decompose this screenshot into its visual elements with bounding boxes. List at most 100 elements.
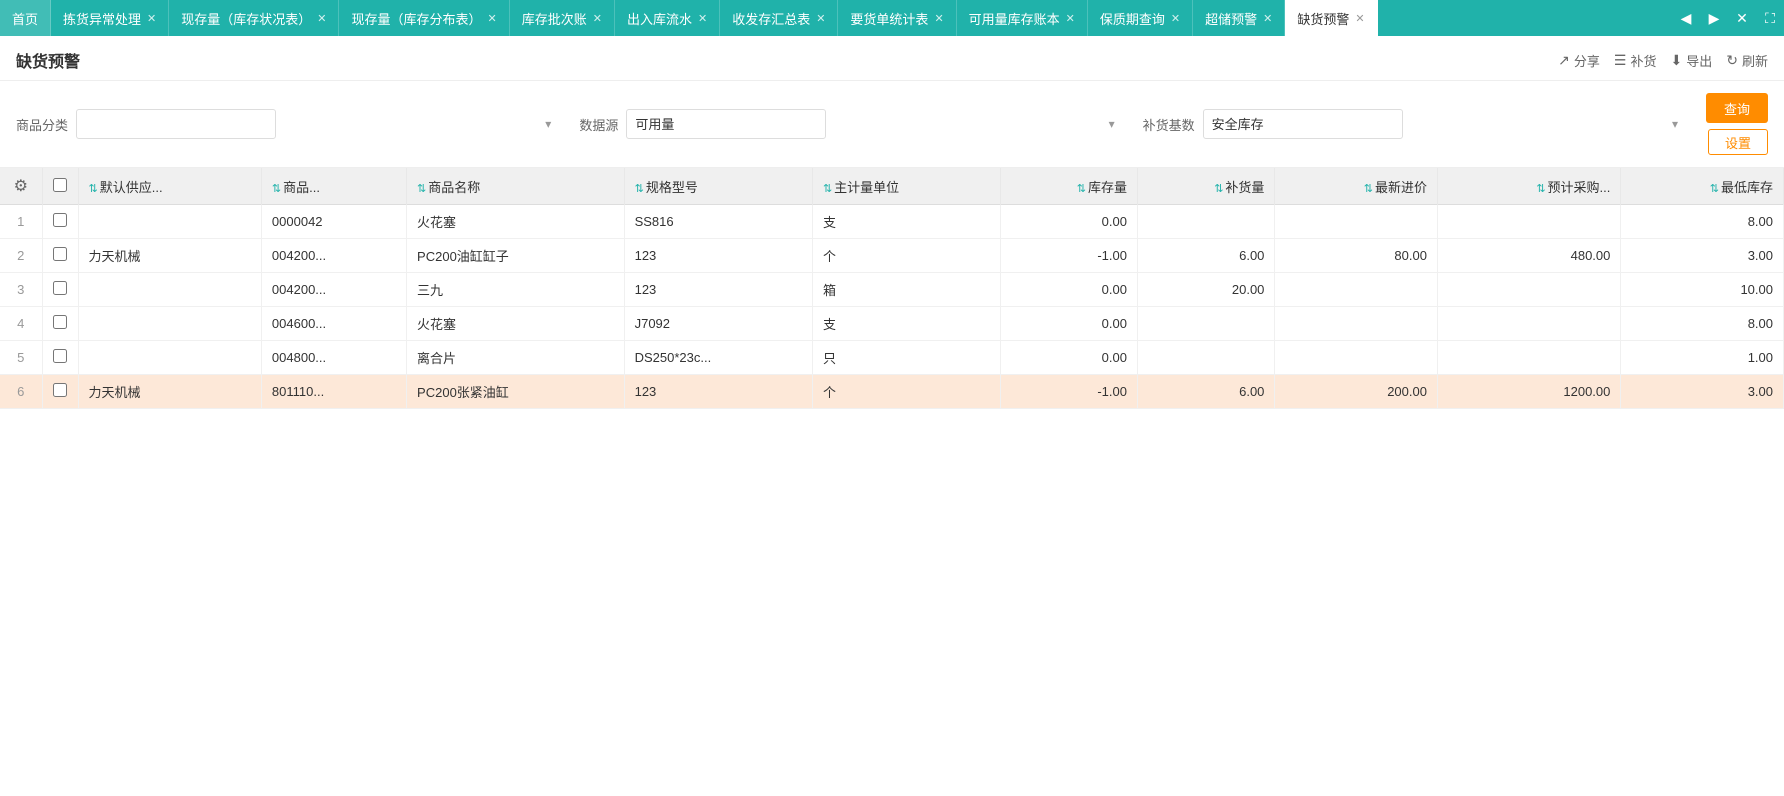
replenish-icon: ☰ — [1614, 52, 1627, 69]
select-all-checkbox[interactable] — [53, 178, 67, 192]
category-filter-group: 商品分类 — [16, 109, 559, 139]
row-product-code: 801110... — [261, 375, 406, 409]
row-unit: 个 — [812, 375, 1000, 409]
row-checkbox-cell[interactable] — [42, 205, 78, 239]
tab-item-0[interactable]: 首页 — [0, 0, 51, 36]
page-header: 缺货预警 ↗ 分享 ☰ 补货 ⬇ 导出 ↻ 刷新 — [0, 36, 1784, 81]
tab-item-8[interactable]: 可用量库存账本✕ — [957, 0, 1088, 36]
row-checkbox[interactable] — [53, 247, 67, 261]
tab-label: 首页 — [12, 9, 38, 28]
tab-label: 出入库流水 — [627, 9, 692, 28]
tab-close-icon[interactable]: ✕ — [593, 12, 602, 25]
tab-fullscreen-btn[interactable]: ⛶ — [1756, 0, 1784, 36]
tab-close-icon[interactable]: ✕ — [488, 12, 497, 25]
row-checkbox-cell[interactable] — [42, 239, 78, 273]
col-min-stock[interactable]: ⇅最低库存 — [1621, 168, 1784, 205]
row-checkbox-cell[interactable] — [42, 307, 78, 341]
row-replenish — [1137, 205, 1274, 239]
table-header-row: ⚙ ⇅默认供应... ⇅商品... ⇅商品名称 ⇅规格型号 — [0, 168, 1784, 205]
col-latest-price[interactable]: ⇅最新进价 — [1275, 168, 1438, 205]
tab-item-11[interactable]: 缺货预警✕ — [1285, 0, 1377, 36]
row-checkbox-cell[interactable] — [42, 273, 78, 307]
row-checkbox[interactable] — [53, 383, 67, 397]
col-stock[interactable]: ⇅库存量 — [1000, 168, 1137, 205]
row-checkbox[interactable] — [53, 349, 67, 363]
col-product-code[interactable]: ⇅商品... — [261, 168, 406, 205]
tab-item-7[interactable]: 要货单统计表✕ — [838, 0, 956, 36]
query-button[interactable]: 查询 — [1706, 93, 1768, 123]
col-replenish[interactable]: ⇅补货量 — [1137, 168, 1274, 205]
tab-next-btn[interactable]: ▶ — [1700, 0, 1728, 36]
row-unit: 支 — [812, 205, 1000, 239]
share-action[interactable]: ↗ 分享 — [1558, 51, 1600, 70]
export-action[interactable]: ⬇ 导出 — [1671, 51, 1713, 70]
row-stock: 0.00 — [1000, 273, 1137, 307]
datasource-select-wrapper: 可用量 库存量 — [626, 109, 1122, 139]
table-row: 4 004600... 火花塞 J7092 支 0.00 8.00 — [0, 307, 1784, 341]
row-replenish — [1137, 307, 1274, 341]
tab-close-icon[interactable]: ✕ — [317, 12, 326, 25]
category-select[interactable] — [76, 109, 276, 139]
settings-button[interactable]: 设置 — [1708, 129, 1768, 155]
row-product-code: 0000042 — [261, 205, 406, 239]
category-label: 商品分类 — [16, 115, 68, 134]
refresh-action[interactable]: ↻ 刷新 — [1726, 51, 1768, 70]
share-icon: ↗ — [1558, 52, 1570, 69]
replenish-action[interactable]: ☰ 补货 — [1614, 51, 1657, 70]
tab-item-4[interactable]: 库存批次账✕ — [510, 0, 615, 36]
table-row: 5 004800... 离合片 DS250*23c... 只 0.00 1.00 — [0, 341, 1784, 375]
tab-label: 保质期查询 — [1100, 9, 1165, 28]
row-min-stock: 8.00 — [1621, 205, 1784, 239]
row-product-name: 离合片 — [407, 341, 625, 375]
tab-item-1[interactable]: 拣货异常处理 ✕ — [51, 0, 169, 36]
row-replenish — [1137, 341, 1274, 375]
tab-close-icon[interactable]: ✕ — [1355, 12, 1364, 25]
row-product-code: 004800... — [261, 341, 406, 375]
tab-item-9[interactable]: 保质期查询 ✕ — [1088, 0, 1193, 36]
row-checkbox[interactable] — [53, 315, 67, 329]
tab-close-btn[interactable]: ✕ — [1728, 0, 1756, 36]
replenish-base-select-wrapper: 安全库存 最低库存 — [1203, 109, 1686, 139]
row-latest-price: 80.00 — [1275, 239, 1438, 273]
row-product-name: PC200油缸缸子 — [407, 239, 625, 273]
row-checkbox-cell[interactable] — [42, 375, 78, 409]
tab-close-icon[interactable]: ✕ — [1263, 12, 1272, 25]
row-unit: 个 — [812, 239, 1000, 273]
row-checkbox[interactable] — [53, 213, 67, 227]
row-latest-price — [1275, 273, 1438, 307]
datasource-select[interactable]: 可用量 库存量 — [626, 109, 826, 139]
row-latest-price: 200.00 — [1275, 375, 1438, 409]
col-supplier[interactable]: ⇅默认供应... — [78, 168, 261, 205]
col-estimated-purchase[interactable]: ⇅预计采购... — [1437, 168, 1620, 205]
tab-close-icon[interactable]: ✕ — [1171, 12, 1180, 25]
tab-close-icon[interactable]: ✕ — [816, 12, 825, 25]
export-icon: ⬇ — [1671, 52, 1683, 69]
settings-gear-icon[interactable]: ⚙ — [14, 176, 28, 196]
tab-item-5[interactable]: 出入库流水 ✕ — [615, 0, 720, 36]
header-actions: ↗ 分享 ☰ 补货 ⬇ 导出 ↻ 刷新 — [1558, 51, 1768, 70]
tab-label: 拣货异常处理 — [63, 9, 141, 28]
row-checkbox[interactable] — [53, 281, 67, 295]
tab-item-2[interactable]: 现存量（库存状况表）✕ — [169, 0, 339, 36]
row-estimated-purchase — [1437, 341, 1620, 375]
row-product-code: 004600... — [261, 307, 406, 341]
tab-close-icon[interactable]: ✕ — [147, 12, 156, 25]
row-stock: -1.00 — [1000, 239, 1137, 273]
col-product-name[interactable]: ⇅商品名称 — [407, 168, 625, 205]
replenish-base-select[interactable]: 安全库存 最低库存 — [1203, 109, 1403, 139]
tab-prev-btn[interactable]: ◀ — [1672, 0, 1700, 36]
tab-close-icon[interactable]: ✕ — [698, 12, 707, 25]
tab-close-icon[interactable]: ✕ — [1066, 12, 1075, 25]
tab-item-10[interactable]: 超储预警✕ — [1193, 0, 1285, 36]
tab-item-6[interactable]: 收发存汇总表✕ — [720, 0, 838, 36]
row-number: 4 — [0, 307, 42, 341]
tab-item-3[interactable]: 现存量（库存分布表）✕ — [339, 0, 509, 36]
stock-sort-icon: ⇅ — [1077, 183, 1086, 195]
estimated-purchase-sort-icon: ⇅ — [1536, 183, 1545, 195]
col-unit[interactable]: ⇅主计量单位 — [812, 168, 1000, 205]
row-checkbox-cell[interactable] — [42, 341, 78, 375]
col-spec[interactable]: ⇅规格型号 — [624, 168, 812, 205]
row-supplier: 力天机械 — [78, 375, 261, 409]
tab-close-icon[interactable]: ✕ — [934, 12, 943, 25]
row-number: 5 — [0, 341, 42, 375]
